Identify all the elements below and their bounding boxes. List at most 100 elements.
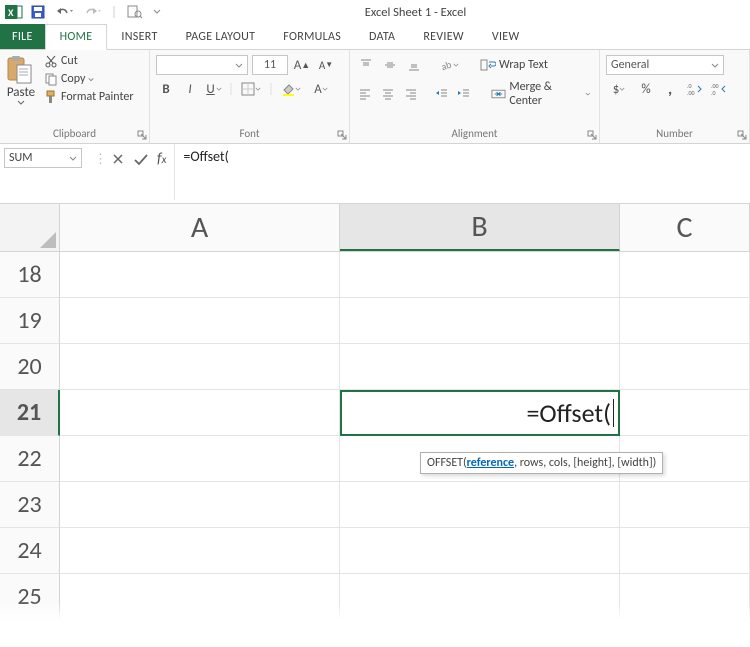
decrease-decimals-icon[interactable]: .00.0 bbox=[708, 79, 728, 99]
format-painter-icon bbox=[44, 90, 58, 104]
chevron-down-icon bbox=[17, 100, 25, 105]
row-header[interactable]: 20 bbox=[0, 344, 60, 390]
svg-text:ab: ab bbox=[439, 58, 453, 72]
select-all-corner[interactable] bbox=[0, 204, 60, 251]
tab-view[interactable]: VIEW bbox=[478, 24, 534, 49]
tab-page-layout[interactable]: PAGE LAYOUT bbox=[172, 24, 270, 49]
cell[interactable] bbox=[60, 436, 340, 482]
chevron-down-icon bbox=[235, 63, 243, 68]
copy-button[interactable]: Copy bbox=[42, 71, 136, 87]
bold-button[interactable]: B bbox=[156, 79, 176, 99]
chevron-down-icon bbox=[69, 156, 77, 161]
row-header[interactable]: 23 bbox=[0, 482, 60, 528]
wrap-text-label: Wrap Text bbox=[499, 58, 548, 72]
cell[interactable] bbox=[620, 528, 750, 574]
align-top-icon[interactable] bbox=[356, 55, 376, 75]
number-format-combo[interactable]: General bbox=[606, 55, 724, 75]
cell[interactable] bbox=[340, 344, 620, 390]
redo-icon[interactable] bbox=[83, 5, 101, 19]
cell[interactable] bbox=[620, 390, 750, 436]
qat-customize-icon[interactable] bbox=[153, 8, 161, 16]
cell[interactable] bbox=[340, 482, 620, 528]
merge-icon bbox=[491, 87, 506, 101]
row-header[interactable]: 22 bbox=[0, 436, 60, 482]
paste-button[interactable]: Paste bbox=[6, 53, 36, 105]
column-header-a[interactable]: A bbox=[60, 204, 340, 251]
align-left-icon[interactable] bbox=[356, 84, 375, 104]
formula-enter-icon[interactable] bbox=[133, 152, 149, 166]
undo-icon[interactable] bbox=[55, 5, 73, 19]
increase-indent-icon[interactable] bbox=[455, 84, 474, 104]
italic-button[interactable]: I bbox=[180, 79, 200, 99]
active-cell[interactable]: =Offset( bbox=[340, 390, 620, 436]
name-box[interactable]: SUM bbox=[4, 148, 82, 168]
tooltip-function-name: OFFSET( bbox=[427, 456, 467, 470]
cell[interactable] bbox=[60, 528, 340, 574]
save-icon[interactable] bbox=[31, 5, 45, 19]
align-right-icon[interactable] bbox=[402, 84, 421, 104]
cell[interactable] bbox=[60, 298, 340, 344]
tab-review[interactable]: REVIEW bbox=[409, 24, 478, 49]
formula-cancel-icon[interactable] bbox=[111, 152, 125, 166]
currency-button[interactable]: $ bbox=[606, 79, 632, 99]
wrap-text-icon bbox=[480, 58, 496, 72]
row-header[interactable]: 21 bbox=[0, 390, 60, 436]
cell[interactable] bbox=[340, 528, 620, 574]
align-center-icon[interactable] bbox=[379, 84, 398, 104]
cell[interactable] bbox=[340, 298, 620, 344]
formula-bar-input[interactable]: =Offset( bbox=[174, 144, 750, 200]
font-group-label: Font bbox=[156, 125, 343, 143]
decrease-indent-icon[interactable] bbox=[432, 84, 451, 104]
font-dialog-launcher-icon[interactable] bbox=[337, 130, 347, 140]
orientation-button[interactable]: ab bbox=[436, 55, 462, 75]
percent-button[interactable]: % bbox=[636, 79, 656, 99]
borders-button[interactable] bbox=[238, 79, 264, 99]
chevron-down-icon bbox=[216, 87, 222, 91]
format-painter-button[interactable]: Format Painter bbox=[42, 89, 136, 105]
increase-font-icon[interactable]: A▲ bbox=[292, 55, 312, 75]
tab-formulas[interactable]: FORMULAS bbox=[269, 24, 355, 49]
alignment-dialog-launcher-icon[interactable] bbox=[587, 130, 597, 140]
cell[interactable] bbox=[620, 344, 750, 390]
row-header[interactable]: 24 bbox=[0, 528, 60, 574]
font-size-combo[interactable]: 11 bbox=[252, 55, 288, 75]
tab-file[interactable]: FILE bbox=[0, 24, 45, 49]
align-bottom-icon[interactable] bbox=[404, 55, 424, 75]
clipboard-group-label: Clipboard bbox=[6, 125, 143, 143]
tooltip-active-param[interactable]: reference bbox=[467, 456, 514, 470]
fx-icon[interactable]: fx bbox=[157, 150, 166, 168]
cell[interactable] bbox=[620, 252, 750, 298]
cell[interactable] bbox=[620, 482, 750, 528]
comma-button[interactable]: , bbox=[660, 79, 680, 99]
cell[interactable] bbox=[60, 482, 340, 528]
column-header-c[interactable]: C bbox=[620, 204, 750, 251]
cell[interactable] bbox=[60, 252, 340, 298]
clipboard-dialog-launcher-icon[interactable] bbox=[137, 130, 147, 140]
cell[interactable] bbox=[60, 344, 340, 390]
row-header[interactable]: 19 bbox=[0, 298, 60, 344]
increase-decimals-icon[interactable]: .0.00 bbox=[684, 79, 704, 99]
tab-insert[interactable]: INSERT bbox=[107, 24, 171, 49]
font-name-combo[interactable] bbox=[156, 55, 248, 75]
excel-icon: X bbox=[3, 1, 25, 23]
tab-home[interactable]: HOME bbox=[45, 24, 108, 50]
decrease-font-icon[interactable]: A▼ bbox=[316, 55, 336, 75]
underline-button[interactable]: U bbox=[204, 79, 224, 99]
tab-data[interactable]: DATA bbox=[355, 24, 409, 49]
cell[interactable] bbox=[60, 390, 340, 436]
copy-icon bbox=[44, 72, 58, 86]
number-dialog-launcher-icon[interactable] bbox=[737, 130, 747, 140]
merge-center-button[interactable]: Merge & Center bbox=[489, 79, 593, 109]
align-middle-icon[interactable] bbox=[380, 55, 400, 75]
cell[interactable] bbox=[620, 298, 750, 344]
print-preview-icon[interactable] bbox=[127, 5, 143, 19]
cell[interactable] bbox=[340, 252, 620, 298]
tooltip-rest-params: , rows, cols, [height], [width]) bbox=[514, 456, 656, 470]
cut-button[interactable]: Cut bbox=[42, 53, 136, 69]
fill-color-button[interactable] bbox=[278, 79, 304, 99]
font-color-button[interactable]: A bbox=[308, 79, 334, 99]
wrap-text-button[interactable]: Wrap Text bbox=[478, 57, 550, 73]
number-format-value: General bbox=[611, 58, 649, 72]
column-header-b[interactable]: B bbox=[340, 204, 620, 251]
row-header[interactable]: 18 bbox=[0, 252, 60, 298]
